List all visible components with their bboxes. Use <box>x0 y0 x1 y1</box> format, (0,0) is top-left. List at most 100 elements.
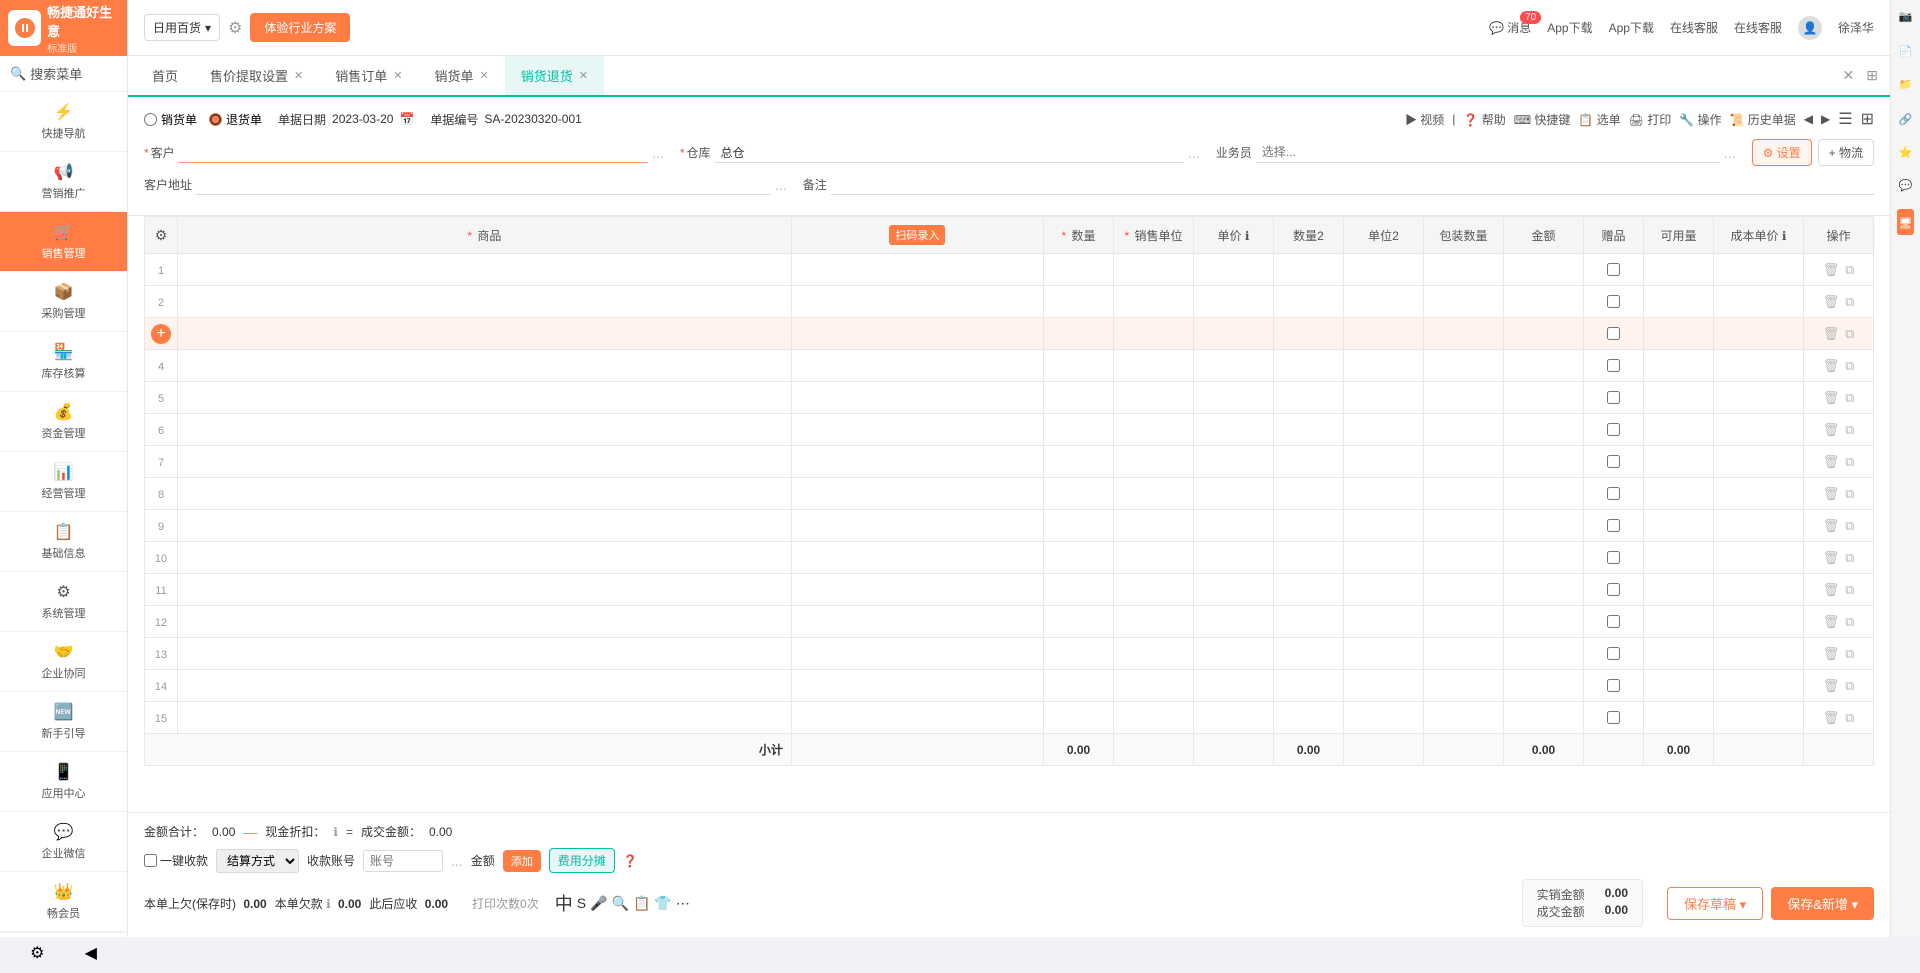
debt-help-icon[interactable]: ℹ <box>326 897 331 911</box>
view-list-icon[interactable]: ☰ <box>1838 109 1852 129</box>
tab-sales-order-close[interactable]: ✕ <box>393 69 402 82</box>
tab-sales-delivery-close[interactable]: ✕ <box>480 69 489 82</box>
address-dots[interactable]: ... <box>775 177 787 193</box>
copy-icon[interactable]: ⧉ <box>1845 262 1854 278</box>
online-service-link[interactable]: 在线客服 <box>1670 19 1718 36</box>
nav-next-icon[interactable]: ▶ <box>1821 112 1830 126</box>
save-draft-button[interactable]: 保存草稿 ▾ <box>1667 887 1763 920</box>
sidebar-item-wechat[interactable]: 💬 企业微信 <box>0 812 127 872</box>
copy-icon[interactable]: ⧉ <box>1845 422 1854 438</box>
tab-home[interactable]: 首页 <box>136 56 194 97</box>
delete-icon[interactable]: 🗑 <box>1823 390 1840 406</box>
warehouse-dots[interactable]: ... <box>1188 145 1200 161</box>
sidebar-item-inventory[interactable]: 🏪 库存核算 <box>0 332 127 392</box>
calendar-icon[interactable]: 📅 <box>399 112 414 126</box>
breadcrumb-select[interactable]: 日用百货 ▾ <box>144 14 220 41</box>
copy-icon[interactable]: ⧉ <box>1845 550 1854 566</box>
scan-input-button[interactable]: 扫码录入 <box>889 225 945 245</box>
right-panel-btn-6[interactable]: 💬 <box>1895 175 1916 196</box>
settings-gear-icon[interactable]: ⚙ <box>228 18 242 38</box>
delete-icon[interactable]: 🗑 <box>1823 422 1840 438</box>
tab-sales-delivery[interactable]: 销货单 ✕ <box>418 56 504 97</box>
salesperson-input[interactable] <box>1256 142 1720 163</box>
tab-sales-return-close[interactable]: ✕ <box>579 69 588 82</box>
copy-icon[interactable]: ⧉ <box>1845 614 1854 630</box>
sidebar-item-finance[interactable]: 💰 资金管理 <box>0 392 127 452</box>
copy-icon[interactable]: ⧉ <box>1845 358 1854 374</box>
right-panel-btn-5[interactable]: ⭐ <box>1895 142 1916 163</box>
unit-cell[interactable] <box>1114 254 1194 286</box>
salesperson-dots[interactable]: ... <box>1724 145 1736 161</box>
view-grid-icon[interactable]: ⊞ <box>1861 109 1874 129</box>
right-panel-btn-3[interactable]: 📁 <box>1895 75 1916 96</box>
sidebar-item-sales[interactable]: 🛒 销售管理 <box>0 212 127 272</box>
sidebar-item-shortcut[interactable]: ⚡ 快捷导航 <box>0 92 127 152</box>
delete-icon[interactable]: 🗑 <box>1823 614 1840 630</box>
sidebar-item-purchase[interactable]: 📦 采购管理 <box>0 272 127 332</box>
product-input-cell[interactable] <box>178 318 792 350</box>
table-settings-icon[interactable]: ⚙ <box>155 227 168 243</box>
save-new-button[interactable]: 保存&新增 ▾ <box>1771 887 1874 920</box>
tab-sales-order[interactable]: 销售订单 ✕ <box>319 56 418 97</box>
tab-menu-button[interactable]: ⊞ <box>1862 63 1882 88</box>
product-input[interactable] <box>184 327 785 341</box>
copy-icon[interactable]: ⧉ <box>1845 678 1854 694</box>
radio-delivery[interactable]: 销货单 <box>144 111 197 128</box>
sidebar-item-guide[interactable]: 🆕 新手引导 <box>0 692 127 752</box>
delete-icon[interactable]: 🗑 <box>1823 646 1840 662</box>
copy-icon[interactable]: ⧉ <box>1845 486 1854 502</box>
sidebar-item-system[interactable]: ⚙ 系统管理 <box>0 572 127 632</box>
unit2-cell[interactable] <box>1344 254 1424 286</box>
tool-4-icon[interactable]: 📋 <box>633 895 650 912</box>
delete-icon[interactable]: 🗑 <box>1823 550 1840 566</box>
customer-input[interactable] <box>179 142 649 163</box>
sidebar-item-enterprise[interactable]: 🤝 企业协同 <box>0 632 127 692</box>
product-cell[interactable] <box>178 254 792 286</box>
payment-checkbox[interactable] <box>144 854 157 867</box>
tab-close-all-button[interactable]: ✕ <box>1839 63 1859 88</box>
payment-checkbox-label[interactable]: 一键收款 <box>144 852 208 869</box>
qty-cell[interactable] <box>1044 254 1114 286</box>
tool-6-icon[interactable]: ⋯ <box>676 895 690 912</box>
right-panel-btn-1[interactable]: 📷 <box>1895 8 1916 29</box>
radio-return[interactable]: 退货单 <box>209 111 262 128</box>
copy-icon[interactable]: ⧉ <box>1845 454 1854 470</box>
tab-price-setting-close[interactable]: ✕ <box>294 69 303 82</box>
sidebar-item-operation[interactable]: 📊 经营管理 <box>0 452 127 512</box>
tab-sales-return[interactable]: 销货退货 ✕ <box>505 56 604 97</box>
copy-icon[interactable]: ⧉ <box>1845 710 1854 726</box>
gift-cell[interactable] <box>1584 254 1644 286</box>
avail-cell[interactable] <box>1644 254 1714 286</box>
delete-icon[interactable]: 🗑 <box>1823 486 1840 502</box>
address-input[interactable] <box>196 174 771 195</box>
customer-dots[interactable]: ... <box>652 145 664 161</box>
help-btn[interactable]: ❓ 帮助 <box>1463 111 1505 128</box>
app-download-link[interactable]: App下载 <box>1547 19 1592 36</box>
search-menu[interactable]: 🔍 搜索菜单 <box>0 56 127 92</box>
amount-cell[interactable] <box>1504 254 1584 286</box>
add-item-button[interactable]: 添加 <box>503 850 541 872</box>
product-cell[interactable] <box>178 286 792 318</box>
delete-icon[interactable]: 🗑 <box>1823 294 1840 310</box>
delete-icon[interactable]: 🗑 <box>1823 518 1840 534</box>
account-dots[interactable]: ... <box>451 853 463 869</box>
qty2-cell[interactable] <box>1274 254 1344 286</box>
account-input[interactable] <box>363 850 443 872</box>
right-panel-btn-2[interactable]: 📄 <box>1895 41 1916 62</box>
select-btn[interactable]: 📋 选单 <box>1578 111 1620 128</box>
copy-icon[interactable]: ⧉ <box>1845 646 1854 662</box>
history-btn[interactable]: 📜 历史单据 <box>1730 111 1796 128</box>
discount-help-icon[interactable]: ℹ <box>333 825 338 839</box>
delete-icon[interactable]: 🗑 <box>1823 710 1840 726</box>
print-btn[interactable]: 🖨 打印 <box>1629 111 1672 128</box>
copy-icon[interactable]: ⧉ <box>1845 294 1854 310</box>
delete-icon[interactable]: 🗑 <box>1823 678 1840 694</box>
delete-icon[interactable]: 🗑 <box>1823 358 1840 374</box>
settings-icon[interactable]: ⚙ <box>30 943 44 963</box>
expense-split-button[interactable]: 费用分摊 <box>549 848 615 873</box>
sidebar-item-basic[interactable]: 📋 基础信息 <box>0 512 127 572</box>
app-download-text[interactable]: App下载 <box>1609 19 1654 36</box>
sidebar-item-member[interactable]: 👑 畅会员 <box>0 872 127 932</box>
shortcut-key-btn[interactable]: ⌨ 快捷键 <box>1514 111 1571 128</box>
cost-cell[interactable] <box>1714 254 1804 286</box>
